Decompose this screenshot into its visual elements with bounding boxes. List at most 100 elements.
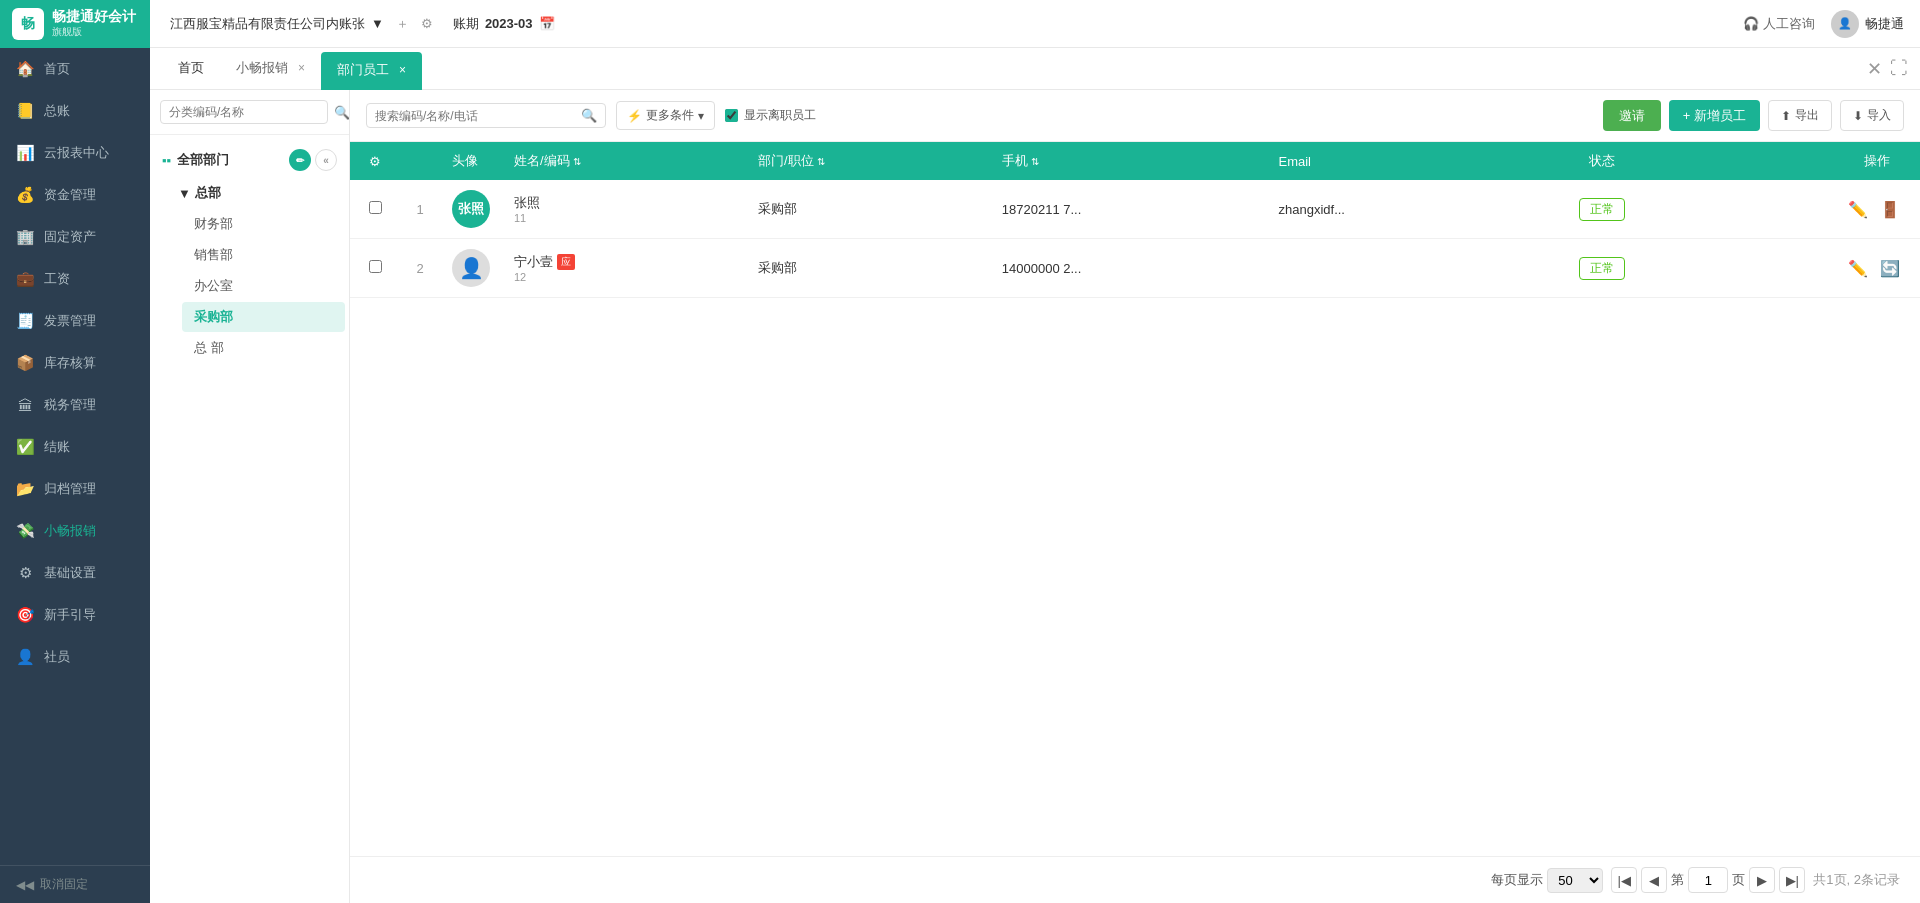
filter-icon: ⚡ [627,109,642,123]
user-name: 畅捷通 [1865,15,1904,33]
invite-button[interactable]: 邀请 [1603,100,1661,131]
tab-home[interactable]: 首页 [162,48,220,90]
tab-expand-btn[interactable]: ⛶ [1890,58,1908,80]
th-phone[interactable]: 手机 [990,142,1267,180]
sidebar-item-expense[interactable]: 💸 小畅报销 [0,510,150,552]
dept-node-sales[interactable]: 销售部 [182,240,345,270]
next-page-btn[interactable]: ▶ [1749,867,1775,893]
sidebar-item-capital[interactable]: 💰 资金管理 [0,174,150,216]
filter-btn[interactable]: ⚡ 更多条件 ▾ [616,101,715,130]
user-area[interactable]: 👤 畅捷通 [1831,10,1904,38]
add-company-btn[interactable]: ＋ [396,15,409,33]
row2-check[interactable] [350,239,400,298]
import-button[interactable]: ⬇ 导入 [1840,100,1904,131]
dept-search-area: 🔍 [150,90,349,135]
row2-status-cell: 正常 [1508,239,1695,298]
sidebar-item-reports[interactable]: 📊 云报表中心 [0,132,150,174]
dept-edit-btn[interactable]: ✏ [289,149,311,171]
dept-search-icon[interactable]: 🔍 [334,105,350,120]
tab-end-buttons: ✕ ⛶ [1867,58,1908,80]
service-label: 人工咨询 [1763,15,1815,33]
tab-close-all-btn[interactable]: ✕ [1867,58,1882,80]
row2-num: 2 [400,239,440,298]
row2-badge: 应 [557,254,575,270]
header-period: 账期 2023-03 📅 [453,15,555,33]
home-icon: 🏠 [16,60,34,78]
export-button[interactable]: ⬆ 导出 [1768,100,1832,131]
table-row: 2 👤 宁小壹 [350,239,1920,298]
row1-edit-icon[interactable]: ✏️ [1848,200,1868,219]
invoice-icon: 🧾 [16,312,34,330]
dept-node-hq[interactable]: ▼ 总部 [166,178,345,208]
dept-hq-label: 总部 [195,184,221,202]
salary-icon: 💼 [16,270,34,288]
sidebar-item-checkout[interactable]: ✅ 结账 [0,426,150,468]
th-name[interactable]: 姓名/编码 [502,142,746,180]
th-avatar: 头像 [440,142,502,180]
add-employee-button[interactable]: + 新增员工 [1669,100,1760,131]
prev-page-btn[interactable]: ◀ [1641,867,1667,893]
sidebar-item-home[interactable]: 🏠 首页 [0,48,150,90]
row2-checkbox[interactable] [369,260,382,273]
cancel-fix-btn[interactable]: ◀◀ 取消固定 [0,865,150,903]
sidebar-item-invoice[interactable]: 🧾 发票管理 [0,300,150,342]
logo-icon: 畅 [12,8,44,40]
dept-node-purchase[interactable]: 采购部 [182,302,345,332]
row2-name: 宁小壹 [514,253,553,271]
tax-icon: 🏛 [16,396,34,414]
sidebar-label-guide: 新手引导 [44,606,96,624]
tab-expense[interactable]: 小畅报销 × [220,48,321,90]
sidebar-label-invoice: 发票管理 [44,312,96,330]
last-page-btn[interactable]: ▶| [1779,867,1805,893]
row2-name-badge: 宁小壹 应 [514,253,734,271]
logo-text-block: 畅捷通好会计 旗舰版 [52,8,136,39]
employee-search-input[interactable] [375,109,575,123]
show-left-label[interactable]: 显示离职员工 [725,107,816,124]
row1-name: 张照 [514,194,734,212]
page-input[interactable] [1688,867,1728,893]
tab-department-close[interactable]: × [399,63,406,77]
th-settings[interactable]: ⚙ [350,142,400,180]
sidebar-item-archive[interactable]: 📂 归档管理 [0,468,150,510]
sidebar-item-fixed[interactable]: 🏢 固定资产 [0,216,150,258]
sidebar-item-settings[interactable]: ⚙ 基础设置 [0,552,150,594]
show-left-checkbox[interactable] [725,109,738,122]
sidebar-item-tax[interactable]: 🏛 税务管理 [0,384,150,426]
fixed-icon: 🏢 [16,228,34,246]
sidebar-item-salary[interactable]: 💼 工资 [0,258,150,300]
ledger-icon: 📒 [16,102,34,120]
dept-node-finance[interactable]: 财务部 [182,209,345,239]
service-btn[interactable]: 🎧 人工咨询 [1743,15,1815,33]
tab-home-label: 首页 [178,59,204,77]
row2-actions: ✏️ 🔄 [1707,259,1900,278]
dept-sales-label: 销售部 [194,247,233,262]
reports-icon: 📊 [16,144,34,162]
dept-search-input[interactable] [160,100,328,124]
period-value: 2023-03 [485,16,533,31]
avatar-icon: 👤 [1838,17,1852,30]
tab-expense-close[interactable]: × [298,61,305,75]
dept-node-office[interactable]: 办公室 [182,271,345,301]
row2-delete-icon[interactable]: 🔄 [1880,259,1900,278]
all-dept-header[interactable]: ▪▪ 全部部门 ✏ « [150,143,349,177]
row2-edit-icon[interactable]: ✏️ [1848,259,1868,278]
settings-icon[interactable]: ⚙ [421,16,433,31]
search-icon[interactable]: 🔍 [581,108,597,123]
sidebar-item-inventory[interactable]: 📦 库存核算 [0,342,150,384]
calendar-icon[interactable]: 📅 [539,16,555,31]
company-selector[interactable]: 江西服宝精品有限责任公司内账张 ▼ [170,15,384,33]
th-dept[interactable]: 部门/职位 [746,142,990,180]
row1-checkbox[interactable] [369,201,382,214]
toolbar-right: 邀请 + 新增员工 ⬆ 导出 ⬇ 导入 [1603,100,1904,131]
dept-node-general[interactable]: 总 部 [182,333,345,363]
per-page-dropdown[interactable]: 50 10 20 100 [1547,868,1603,893]
sidebar-item-member[interactable]: 👤 社员 [0,636,150,678]
sidebar-item-ledger[interactable]: 📒 总账 [0,90,150,132]
row1-check[interactable] [350,180,400,239]
row2-avatar-cell: 👤 [440,239,502,298]
first-page-btn[interactable]: |◀ [1611,867,1637,893]
dept-collapse-btn[interactable]: « [315,149,337,171]
row1-logout-icon[interactable]: 🚪 [1880,200,1900,219]
sidebar-item-guide[interactable]: 🎯 新手引导 [0,594,150,636]
tab-department[interactable]: 部门员工 × [321,52,422,90]
